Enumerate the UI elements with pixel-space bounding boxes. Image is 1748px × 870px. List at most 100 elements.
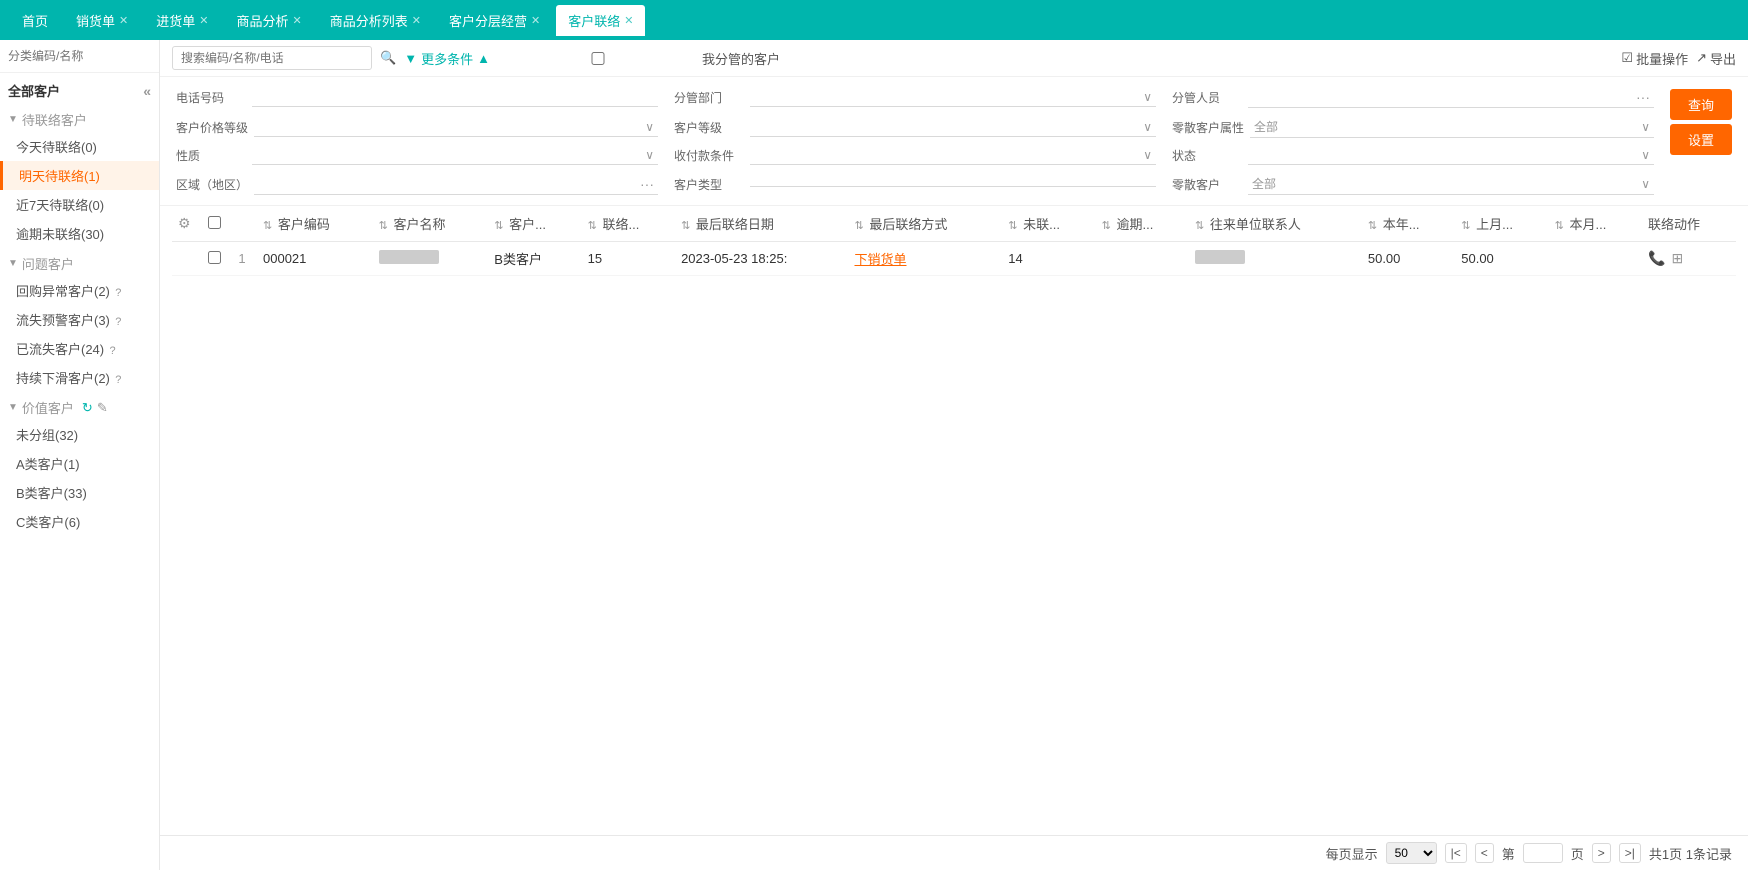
nature-select[interactable]: ∨	[252, 146, 658, 165]
sidebar-search-input[interactable]	[8, 49, 160, 63]
sidebar-item-today[interactable]: 今天待联络(0)	[0, 132, 159, 161]
filter-bar: 🔍 ▼ 更多条件 ▲ 我分管的客户 ☑ 批量操作 ↗ 导出	[160, 40, 1748, 77]
last-page-btn[interactable]: >|	[1619, 843, 1641, 863]
phone-label: 电话号码	[176, 89, 246, 106]
sidebar-item-tomorrow[interactable]: 明天待联络(1)	[0, 161, 159, 190]
dept-label: 分管部门	[674, 89, 744, 106]
filter-retail-attr-group: 零散客户属性 全部 ∨	[1172, 116, 1654, 138]
customer-type-select[interactable]	[750, 182, 1156, 187]
sidebar-item-ungrouped[interactable]: 未分组(32)	[0, 420, 159, 449]
my-customers-checkbox[interactable]: 我分管的客户	[498, 49, 780, 68]
retail-attr-chevron-icon: ∨	[1641, 120, 1650, 134]
pending-triangle-icon: ▼	[8, 114, 18, 125]
query-buttons: 查询 设置	[1654, 87, 1732, 195]
col-checkbox	[202, 206, 227, 242]
close-analysis-list-icon[interactable]: ✕	[412, 14, 421, 27]
settings-gear-icon[interactable]: ⚙	[178, 215, 191, 231]
phone-input-wrap[interactable]	[252, 88, 658, 107]
close-customer-contact-icon[interactable]: ✕	[624, 14, 633, 27]
col-this-month: ⇅ 本月...	[1549, 206, 1642, 242]
select-all-checkbox[interactable]	[208, 216, 221, 229]
set-button[interactable]: 设置	[1670, 124, 1732, 155]
sidebar-item-declining[interactable]: 持续下滑客户(2) ?	[0, 363, 159, 392]
value-grade-select[interactable]: ∨	[254, 118, 658, 137]
close-analysis-icon[interactable]: ✕	[293, 14, 302, 27]
row-checkbox[interactable]	[208, 251, 221, 264]
dept-select[interactable]: ∨	[750, 88, 1156, 107]
sidebar-item-repurchase[interactable]: 回购异常客户(2) ?	[0, 276, 159, 305]
region-input-wrap[interactable]: ···	[254, 174, 658, 195]
all-customers-label: 全部客户	[8, 81, 60, 100]
nav-analysis[interactable]: 商品分析 ✕	[224, 5, 313, 36]
nav-purchase[interactable]: 进货单 ✕	[144, 5, 220, 36]
nav-sales[interactable]: 销货单 ✕	[64, 5, 140, 36]
nav-customer-tier[interactable]: 客户分层经营 ✕	[437, 5, 552, 36]
sidebar-item-week7[interactable]: 近7天待联络(0)	[0, 190, 159, 219]
cell-checkbox	[202, 242, 227, 276]
cell-this-month	[1549, 242, 1642, 276]
group-problem-label[interactable]: ▼ 问题客户	[0, 248, 159, 276]
col-action: 联络动作	[1642, 206, 1736, 242]
per-page-select[interactable]: 50 10 20 100	[1386, 842, 1437, 864]
cell-this-year: 50.00	[1362, 242, 1455, 276]
person-label: 分管人员	[1172, 89, 1242, 106]
search-input[interactable]	[172, 46, 372, 70]
sidebar-item-b-class[interactable]: B类客户(33)	[0, 478, 159, 507]
col-overdue: ⇅ 逾期...	[1096, 206, 1189, 242]
prev-page-btn[interactable]: <	[1475, 843, 1494, 863]
payment-select[interactable]: ∨	[750, 146, 1156, 165]
value-edit-icon[interactable]: ✎	[97, 400, 108, 416]
nature-label: 性质	[176, 147, 246, 164]
col-unit-sort-icon: ⇅	[1195, 220, 1204, 232]
next-page-btn[interactable]: >	[1592, 843, 1611, 863]
status-select[interactable]: ∨	[1248, 146, 1654, 165]
table-area: ⚙ ⇅ 客户编码 ⇅ 客户名称	[160, 206, 1748, 835]
sidebar-item-lost[interactable]: 流失预警客户(3) ?	[0, 305, 159, 334]
page-label: 第	[1502, 844, 1515, 863]
last-method-link[interactable]: 下销货单	[854, 252, 906, 267]
nav-customer-contact[interactable]: 客户联络 ✕	[556, 5, 645, 36]
page-input[interactable]: 1	[1523, 843, 1563, 863]
customer-grade-select[interactable]: ∨	[750, 118, 1156, 137]
sidebar-item-c-class[interactable]: C类客户(6)	[0, 507, 159, 536]
person-input-wrap[interactable]: ···	[1248, 87, 1654, 108]
close-purchase-icon[interactable]: ✕	[199, 14, 208, 27]
action-phone-icon[interactable]: 📞	[1648, 250, 1665, 267]
group-value-label[interactable]: ▼ 价值客户 ↻ ✎	[0, 392, 159, 420]
region-dots-icon[interactable]: ···	[640, 176, 654, 192]
query-button[interactable]: 查询	[1670, 89, 1732, 120]
col-type: ⇅ 客户...	[488, 206, 581, 242]
person-dots-icon[interactable]: ···	[1636, 89, 1650, 105]
nav-analysis-list[interactable]: 商品分析列表 ✕	[318, 5, 433, 36]
col-last-method-sort-icon: ⇅	[854, 220, 863, 232]
close-sales-icon[interactable]: ✕	[119, 14, 128, 27]
search-icon[interactable]: 🔍	[380, 50, 396, 66]
phone-input[interactable]	[256, 90, 654, 104]
sidebar-item-overdue[interactable]: 逾期未联络(30)	[0, 219, 159, 248]
sidebar-item-a-class[interactable]: A类客户(1)	[0, 449, 159, 478]
col-last-month-sort-icon: ⇅	[1461, 220, 1470, 232]
filter-row-1: 电话号码 分管部门 ∨	[176, 87, 1654, 108]
filter-dept-group: 分管部门 ∨	[674, 88, 1156, 107]
sidebar-collapse-icon[interactable]: «	[143, 83, 151, 99]
sidebar-item-churned[interactable]: 已流失客户(24) ?	[0, 334, 159, 363]
payment-label: 收付款条件	[674, 147, 744, 164]
group-pending-label[interactable]: ▼ 待联络客户	[0, 104, 159, 132]
col-unit-contact: ⇅ 往来单位联系人	[1189, 206, 1362, 242]
all-customers-header[interactable]: 全部客户 «	[0, 73, 159, 104]
action-grid-icon[interactable]: ⊞	[1671, 250, 1683, 267]
col-last-date-sort-icon: ⇅	[681, 220, 690, 232]
nav-home[interactable]: 首页	[10, 5, 60, 36]
value-triangle-icon: ▼	[8, 402, 18, 413]
first-page-btn[interactable]: |<	[1445, 843, 1467, 863]
batch-operation-btn[interactable]: ☑ 批量操作	[1621, 49, 1688, 68]
close-customer-tier-icon[interactable]: ✕	[531, 14, 540, 27]
retail-attr-select[interactable]: 全部 ∨	[1250, 116, 1654, 138]
export-btn[interactable]: ↗ 导出	[1696, 49, 1736, 68]
declining-help-icon: ?	[115, 374, 121, 386]
retail-customer-select[interactable]: 全部 ∨	[1248, 173, 1654, 195]
churned-help-icon: ?	[109, 345, 115, 357]
more-conditions-btn[interactable]: ▼ 更多条件 ▲	[404, 49, 490, 68]
my-customers-check[interactable]	[498, 52, 698, 65]
value-refresh-icon[interactable]: ↻	[82, 400, 93, 416]
